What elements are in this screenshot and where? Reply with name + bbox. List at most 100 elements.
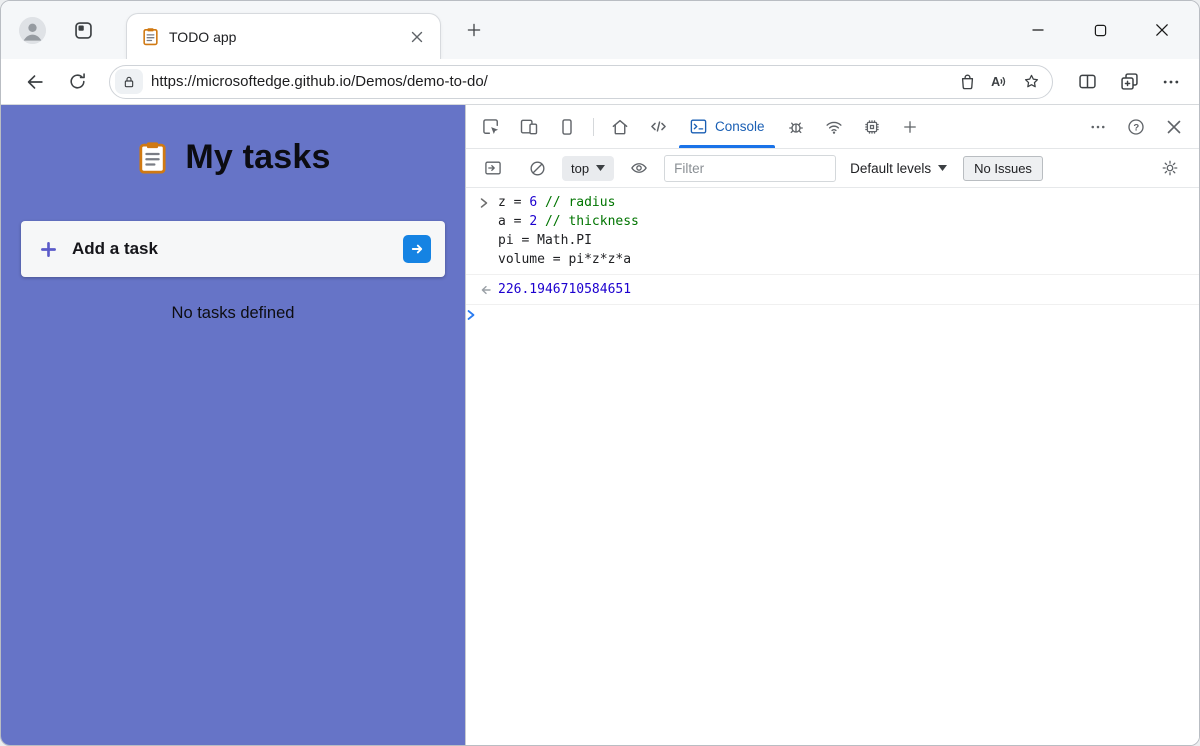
- devtools-tabbar-right: ?: [1079, 110, 1193, 144]
- more-tools-button[interactable]: [892, 110, 928, 144]
- window-controls: [1023, 15, 1185, 45]
- close-icon: [1167, 120, 1181, 133]
- shopping-bag-button[interactable]: [952, 67, 982, 97]
- screencast-panel-icon: [562, 118, 572, 135]
- clear-console-button[interactable]: [519, 151, 555, 185]
- devtools-help-button[interactable]: ?: [1118, 110, 1154, 144]
- tab-title: TODO app: [169, 28, 237, 45]
- console-sidebar-button[interactable]: [475, 151, 511, 185]
- add-task-form[interactable]: Add a task: [21, 221, 445, 277]
- content-area: My tasks Add a task No tasks defined Con…: [1, 105, 1199, 745]
- clipboard-icon: [139, 142, 166, 174]
- issues-counter-button[interactable]: No Issues: [963, 155, 1043, 181]
- submit-task-button[interactable]: [403, 235, 431, 263]
- devtools-close-button[interactable]: [1156, 110, 1192, 144]
- tab-network[interactable]: [816, 110, 852, 144]
- browser-tab-strip: TODO app: [1, 1, 1199, 59]
- todo-app-page: My tasks Add a task No tasks defined: [1, 105, 465, 745]
- collections-icon: [1120, 73, 1138, 90]
- app-header: My tasks: [1, 105, 465, 177]
- url-text[interactable]: https://microsoftedge.github.io/Demos/de…: [151, 73, 944, 90]
- ellipsis-icon: [1091, 125, 1105, 128]
- device-emulation-button[interactable]: [511, 110, 547, 144]
- back-button[interactable]: [17, 64, 53, 100]
- refresh-button[interactable]: [59, 64, 95, 100]
- tab-debugger[interactable]: [778, 110, 814, 144]
- console-result-value: 226.1946710584651: [498, 282, 632, 297]
- screencast-button[interactable]: [549, 110, 585, 144]
- prompt-chevron-icon: [466, 309, 485, 321]
- log-levels-label: Default levels: [850, 160, 932, 176]
- console-input-line: volume = pi*z*z*a: [498, 252, 632, 267]
- inspect-cursor-icon: [483, 118, 499, 134]
- console-tab-label: Console: [715, 119, 765, 134]
- inspect-element-button[interactable]: [473, 110, 509, 144]
- tab-elements[interactable]: [640, 110, 676, 144]
- plus-icon: [903, 120, 916, 133]
- devtools-tab-bar: Console ?: [466, 105, 1199, 149]
- empty-state-text: No tasks defined: [171, 304, 295, 322]
- split-screen-button[interactable]: [1069, 64, 1105, 100]
- plus-icon: [467, 23, 481, 37]
- chevron-down-icon: [938, 165, 948, 171]
- address-bar-actions: A: [952, 67, 1046, 97]
- devtools-more-button[interactable]: [1080, 110, 1116, 144]
- browser-tab[interactable]: TODO app: [126, 13, 441, 59]
- todo-app-favicon: [143, 28, 158, 46]
- issues-label: No Issues: [974, 160, 1032, 176]
- star-icon: [1024, 74, 1038, 88]
- console-terminal-icon: [690, 119, 707, 134]
- lock-icon: [124, 76, 134, 87]
- console-settings-button[interactable]: [1152, 151, 1188, 185]
- context-selector-dropdown[interactable]: top: [562, 155, 615, 181]
- console-filter-input[interactable]: [664, 154, 837, 182]
- close-icon: [411, 31, 423, 42]
- arrow-right-icon: [411, 244, 423, 254]
- close-window-button[interactable]: [1147, 15, 1177, 45]
- tab-actions-icon: [74, 21, 92, 39]
- refresh-icon: [69, 73, 85, 89]
- console-result-entry: 226.1946710584651: [466, 275, 1199, 305]
- devtools-panel: Console ? top Filter Default levels No I…: [465, 105, 1199, 745]
- tab-console[interactable]: Console: [677, 105, 777, 148]
- shopping-bag-icon: [961, 74, 973, 90]
- address-bar[interactable]: https://microsoftedge.github.io/Demos/de…: [109, 64, 1053, 99]
- result-arrow-icon: [479, 284, 498, 296]
- read-aloud-button[interactable]: A: [984, 67, 1014, 97]
- tab-actions-button[interactable]: [66, 13, 100, 47]
- maximize-button[interactable]: [1085, 15, 1115, 45]
- new-tab-button[interactable]: [457, 13, 491, 47]
- ellipsis-icon: [1163, 80, 1179, 83]
- live-expression-button[interactable]: [621, 151, 657, 185]
- chip-icon: [864, 119, 879, 134]
- split-screen-icon: [1078, 74, 1096, 89]
- browser-window: TODO app https://microsoftedge.github.io…: [0, 0, 1200, 746]
- console-messages[interactable]: z = 6 // radius a = 2 // thickness pi = …: [466, 188, 1199, 745]
- expand-chevron-icon[interactable]: [479, 197, 498, 209]
- tab-welcome[interactable]: [602, 110, 638, 144]
- console-input-entry[interactable]: z = 6 // radius a = 2 // thickness pi = …: [466, 188, 1199, 275]
- eye-icon: [631, 163, 647, 173]
- wifi-icon: [825, 121, 842, 134]
- browser-more-button[interactable]: [1153, 64, 1189, 100]
- console-input-line: z = 6 // radius: [466, 193, 1199, 212]
- site-info-button[interactable]: [115, 69, 143, 94]
- console-prompt[interactable]: [466, 305, 1199, 324]
- code-brackets-icon: [650, 121, 666, 132]
- read-aloud-icon: A: [991, 75, 1006, 89]
- log-levels-dropdown[interactable]: Default levels: [850, 160, 948, 176]
- add-task-label[interactable]: Add a task: [72, 239, 403, 259]
- favorite-star-button[interactable]: [1016, 67, 1046, 97]
- sidebar-arrow-icon: [485, 161, 501, 175]
- console-input-line: pi = Math.PI: [498, 233, 592, 248]
- collections-button[interactable]: [1111, 64, 1147, 100]
- tab-application[interactable]: [854, 110, 890, 144]
- person-icon: [19, 16, 46, 44]
- tab-close-button[interactable]: [404, 24, 430, 50]
- bug-icon: [788, 122, 803, 133]
- minimize-button[interactable]: [1023, 15, 1053, 45]
- profile-avatar[interactable]: [19, 16, 46, 44]
- close-icon: [1156, 24, 1168, 36]
- clear-circle-slash-icon: [529, 160, 545, 176]
- chevron-down-icon: [596, 165, 606, 171]
